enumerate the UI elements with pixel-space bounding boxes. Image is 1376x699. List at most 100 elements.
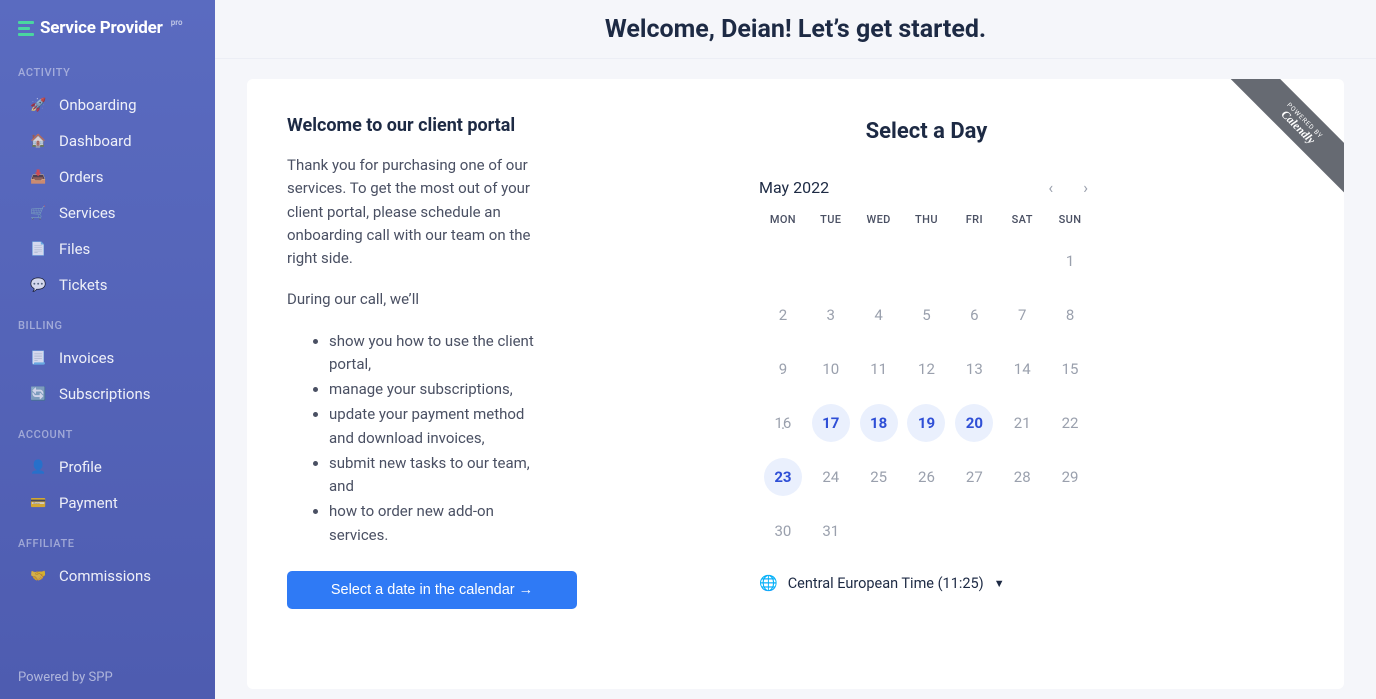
portal-paragraph-2: During our call, we’ll	[287, 288, 539, 311]
portal-bullet: manage your subscriptions,	[329, 378, 539, 401]
sidebar-item-orders[interactable]: 📥 Orders	[0, 159, 215, 195]
sidebar-section-label: ACTIVITY	[0, 50, 215, 87]
portal-bullet: how to order new add-on services.	[329, 500, 539, 547]
calendar-day: 8	[1046, 296, 1094, 334]
calendar-day: 21	[998, 404, 1046, 442]
sidebar-section-label: ACCOUNT	[0, 412, 215, 449]
calendar-day: 3	[807, 296, 855, 334]
calendar-dow: SUN	[1046, 213, 1094, 226]
calendar-day: 12	[903, 350, 951, 388]
sidebar-item-services[interactable]: 🛒 Services	[0, 195, 215, 231]
timezone-selector[interactable]: 🌐 Central European Time (11:25) ▼	[759, 574, 1094, 592]
calendar-panel: Select a Day May 2022 ‹ › MONTUEWEDTHUFR…	[557, 79, 1344, 689]
sidebar-item-invoices[interactable]: 📃 Invoices	[0, 340, 215, 376]
refresh-icon: 🔄	[30, 387, 46, 402]
calendar-day: 30	[759, 512, 807, 550]
sidebar: Service Provider pro ACTIVITY🚀Onboarding…	[0, 0, 215, 699]
sidebar-item-tickets[interactable]: 💬 Tickets	[0, 267, 215, 303]
sidebar-item-commissions[interactable]: 🤝 Commissions	[0, 558, 215, 594]
user-icon: 👤	[30, 460, 46, 475]
calendar-dow: WED	[855, 213, 903, 226]
calendar-day-available[interactable]: 18	[855, 404, 903, 442]
calendar-dow: TUE	[807, 213, 855, 226]
calendar-dow: SAT	[998, 213, 1046, 226]
portal-bullet: show you how to use the client portal,	[329, 330, 539, 377]
calendar-grid: MONTUEWEDTHUFRISATSUN1234567891011121314…	[759, 213, 1094, 550]
portal-bullet: submit new tasks to our team, and	[329, 452, 539, 499]
calendar-day: 6	[950, 296, 998, 334]
sidebar-item-label: Profile	[59, 458, 102, 476]
calendar-day	[950, 242, 998, 280]
calendar-day	[998, 242, 1046, 280]
calendar-day: 14	[998, 350, 1046, 388]
brand-logo[interactable]: Service Provider pro	[0, 18, 215, 50]
calendar-day: 2	[759, 296, 807, 334]
calendar-dow: THU	[903, 213, 951, 226]
sidebar-item-profile[interactable]: 👤 Profile	[0, 449, 215, 485]
welcome-heading: Welcome, Deian! Let’s get started.	[215, 0, 1376, 59]
sidebar-item-label: Subscriptions	[59, 385, 150, 403]
calendar-day	[759, 242, 807, 280]
cart-icon: 🛒	[30, 206, 46, 221]
chat-icon: 💬	[30, 278, 46, 293]
calendar-day-available[interactable]: 19	[903, 404, 951, 442]
calendar-day-available[interactable]: 20	[950, 404, 998, 442]
calendar-day: 13	[950, 350, 998, 388]
sidebar-item-label: Files	[59, 240, 90, 258]
rocket-icon: 🚀	[30, 98, 46, 113]
calendar-day-available[interactable]: 17	[807, 404, 855, 442]
onboarding-card: POWERED BY Calendly Welcome to our clien…	[247, 79, 1344, 689]
sidebar-item-dashboard[interactable]: 🏠Dashboard	[0, 123, 215, 159]
sidebar-item-label: Invoices	[59, 349, 114, 367]
sidebar-item-label: Commissions	[59, 567, 151, 585]
sidebar-item-label: Dashboard	[59, 132, 132, 150]
calendar-day	[903, 242, 951, 280]
globe-icon: 🌐	[759, 574, 778, 592]
calendar-day	[807, 242, 855, 280]
brand-name: Service Provider	[40, 18, 163, 38]
card-icon: 💳	[30, 496, 46, 511]
calendar-day: 9	[759, 350, 807, 388]
calendar-day: 27	[950, 458, 998, 496]
calendar-day: 24	[807, 458, 855, 496]
calendar-day: 5	[903, 296, 951, 334]
portal-title: Welcome to our client portal	[287, 115, 539, 136]
calendar-day	[855, 242, 903, 280]
calendar-day: 11	[855, 350, 903, 388]
calendar-day: 15	[1046, 350, 1094, 388]
sidebar-item-label: Orders	[59, 168, 104, 186]
sidebar-item-onboarding[interactable]: 🚀Onboarding	[0, 87, 215, 123]
sidebar-item-label: Payment	[59, 494, 118, 512]
sidebar-section-label: AFFILIATE	[0, 521, 215, 558]
calendar-day: 10	[807, 350, 855, 388]
select-day-heading: Select a Day	[759, 119, 1094, 144]
sidebar-item-label: Services	[59, 204, 116, 222]
sidebar-item-label: Tickets	[59, 276, 108, 294]
sidebar-item-payment[interactable]: 💳 Payment	[0, 485, 215, 521]
doc-icon: 📃	[30, 351, 46, 366]
portal-paragraph-1: Thank you for purchasing one of our serv…	[287, 154, 539, 270]
prev-month-icon[interactable]: ‹	[1048, 178, 1053, 197]
calendar-day: 7	[998, 296, 1046, 334]
sidebar-item-files[interactable]: 📄 Files	[0, 231, 215, 267]
timezone-label: Central European Time (11:25)	[788, 575, 984, 592]
file-icon: 📄	[30, 242, 46, 257]
calendar-day: 26	[903, 458, 951, 496]
tray-icon: 📥	[30, 170, 46, 185]
main: Welcome, Deian! Let’s get started. POWER…	[215, 0, 1376, 699]
calendar-day: 22	[1046, 404, 1094, 442]
sidebar-item-subscriptions[interactable]: 🔄 Subscriptions	[0, 376, 215, 412]
select-date-button[interactable]: Select a date in the calendar →	[287, 571, 577, 609]
calendar-day: 29	[1046, 458, 1094, 496]
calendar-day-today: 16	[759, 404, 807, 442]
calendar-day-available[interactable]: 23	[759, 458, 807, 496]
portal-bullet-list: show you how to use the client portal,ma…	[287, 330, 539, 547]
sidebar-section-label: BILLING	[0, 303, 215, 340]
calendar-day: 25	[855, 458, 903, 496]
hands-icon: 🤝	[30, 569, 46, 584]
brand-sup: pro	[171, 18, 183, 27]
calendar-month-label: May 2022	[759, 178, 1048, 197]
next-month-icon[interactable]: ›	[1083, 178, 1088, 197]
chevron-down-icon: ▼	[994, 577, 1005, 590]
portal-bullet: update your payment method and download …	[329, 403, 539, 450]
